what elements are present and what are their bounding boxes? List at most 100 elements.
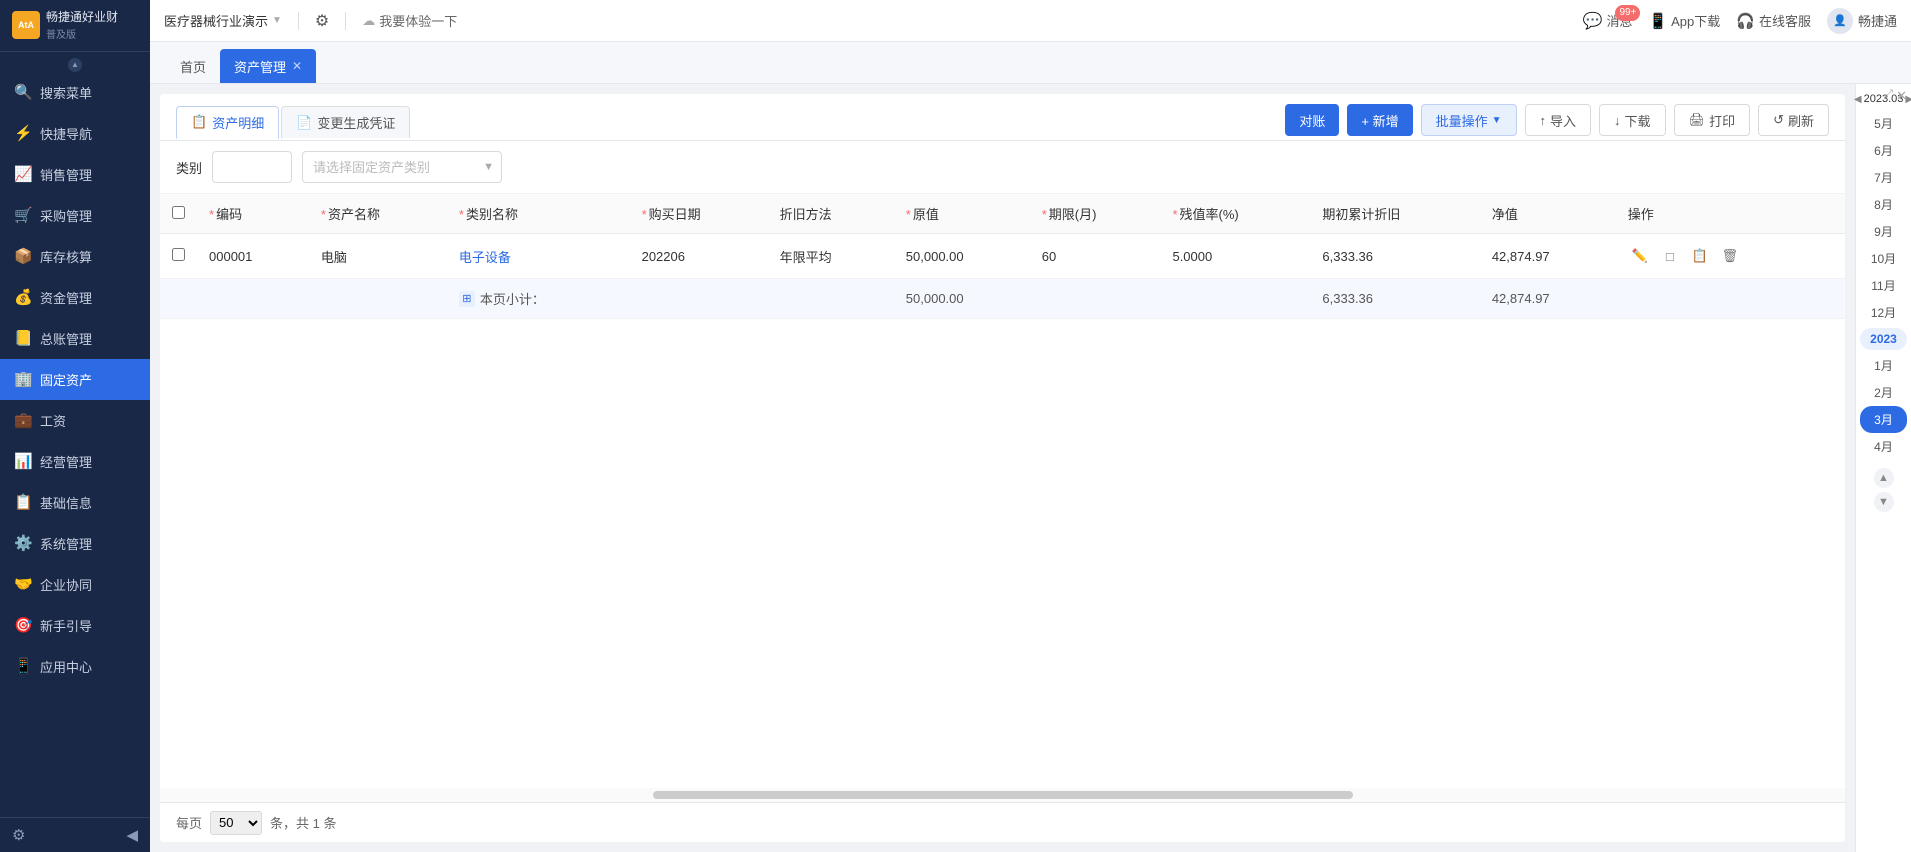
basic-icon: 📋 [14, 493, 32, 511]
tab-home[interactable]: 首页 [166, 49, 220, 83]
batch-ops-button[interactable]: 批量操作 ▼ [1421, 104, 1517, 136]
subtotal-empty-8 [1616, 279, 1845, 319]
sidebar-item-assets[interactable]: 🏢 固定资产 [0, 359, 150, 400]
experience-button[interactable]: ☁ 我要体验一下 [362, 11, 457, 30]
subtotal-accumulated: 6,333.36 [1310, 279, 1479, 319]
copy-icon[interactable]: □ [1658, 244, 1682, 268]
logo-title: 畅捷通好业财 [46, 10, 118, 26]
delete-icon[interactable]: 🗑 [1718, 244, 1742, 268]
category-select[interactable] [212, 151, 292, 183]
subtotal-net-value: 42,874.97 [1480, 279, 1616, 319]
tab-assets[interactable]: 资产管理 ✕ [220, 49, 316, 83]
cal-month-5[interactable]: 5月 [1856, 110, 1911, 137]
reconcile-button[interactable]: 对账 [1285, 104, 1339, 136]
user-menu[interactable]: 👤 畅捷通 [1827, 8, 1897, 34]
pagination-bar: 每页 50 10 20 100 条，共 1 条 [160, 802, 1845, 842]
sidebar-item-operations[interactable]: 📊 经营管理 [0, 441, 150, 482]
subtab-voucher[interactable]: 📄 变更生成凭证 [281, 106, 410, 138]
cal-prev-year-button[interactable]: ◀ [1854, 90, 1862, 108]
new-button[interactable]: + 新增 [1347, 104, 1412, 136]
content-area: 📋 资产明细 📄 变更生成凭证 对账 + 新增 批量操作 ▼ [150, 84, 1911, 852]
sidebar-item-system[interactable]: ⚙️ 系统管理 [0, 523, 150, 564]
download-button[interactable]: ↓ 下载 [1599, 104, 1666, 136]
batch-ops-wrapper: 批量操作 ▼ [1421, 104, 1517, 136]
cal-month-10[interactable]: 10月 [1856, 245, 1911, 272]
row-period: 60 [1030, 234, 1161, 279]
sidebar-item-capital[interactable]: 💰 资金管理 [0, 277, 150, 318]
total-label: 条，共 1 条 [270, 813, 336, 832]
sidebar-item-guide[interactable]: 🎯 新手引导 [0, 605, 150, 646]
sidebar-item-label: 总账管理 [40, 329, 92, 348]
sidebar-item-ledger[interactable]: 📒 总账管理 [0, 318, 150, 359]
settings-gear[interactable]: ⚙ [315, 11, 329, 31]
row-purchase-date: 202206 [630, 234, 768, 279]
cal-month-11[interactable]: 11月 [1856, 272, 1911, 299]
main-area: 医疗器械行业演示 ▼ ⚙ ☁ 我要体验一下 💬 消息 99+ 📱 App下载 🎧… [150, 0, 1911, 852]
row-actions: ✏️ □ 📋 🗑 [1616, 234, 1845, 279]
refresh-label: 刷新 [1788, 111, 1814, 130]
category-filter-input[interactable] [302, 151, 502, 183]
subtotal-empty-2 [197, 279, 309, 319]
cal-down-icon[interactable]: ▼ [1874, 492, 1894, 512]
settings-icon[interactable]: ⚙ [12, 826, 25, 844]
sidebar-item-quicknav[interactable]: ⚡ 快捷导航 [0, 113, 150, 154]
subtab-detail[interactable]: 📋 资产明细 [176, 106, 279, 139]
message-icon: 💬 [1583, 11, 1603, 31]
cal-year-badge[interactable]: 2023 [1860, 328, 1907, 350]
purchase-icon: 🛒 [14, 206, 32, 224]
sidebar-nav: 🔍 搜索菜单 ⚡ 快捷导航 📈 销售管理 🛒 采购管理 📦 库存核算 💰 资金管… [0, 72, 150, 817]
toolbar-actions: 对账 + 新增 批量操作 ▼ ↑ 导入 ↓ 下载 [1285, 104, 1829, 140]
cal-month-12[interactable]: 12月 [1856, 299, 1911, 326]
cal-month-9[interactable]: 9月 [1856, 218, 1911, 245]
download-icon: ↓ [1614, 113, 1621, 128]
messages-button[interactable]: 💬 消息 99+ [1583, 11, 1633, 31]
select-all-checkbox[interactable] [172, 206, 185, 219]
refresh-icon: ↺ [1773, 112, 1784, 128]
ledger-icon: 📒 [14, 329, 32, 347]
sidebar-item-search[interactable]: 🔍 搜索菜单 [0, 72, 150, 113]
main-content: 📋 资产明细 📄 变更生成凭证 对账 + 新增 批量操作 ▼ [160, 94, 1845, 842]
sidebar-item-sales[interactable]: 📈 销售管理 [0, 154, 150, 195]
sidebar-item-basic[interactable]: 📋 基础信息 [0, 482, 150, 523]
panel-close-button[interactable]: ✕ [1896, 88, 1907, 104]
tab-close-button[interactable]: ✕ [292, 59, 302, 73]
active-tab-label: 资产管理 [234, 57, 286, 76]
cal-month-4[interactable]: 4月 [1856, 433, 1911, 460]
edit-icon[interactable]: ✏️ [1628, 244, 1652, 268]
cal-month-8[interactable]: 8月 [1856, 191, 1911, 218]
cal-month-6[interactable]: 6月 [1856, 137, 1911, 164]
th-period: *期限(月) [1030, 194, 1161, 234]
print-button[interactable]: 🖨 打印 [1674, 104, 1751, 136]
th-depreciation: 折旧方法 [768, 194, 894, 234]
row-checkbox[interactable] [172, 248, 185, 261]
scrollbar-thumb[interactable] [653, 791, 1353, 799]
horizontal-scrollbar[interactable] [160, 788, 1845, 802]
cal-month-7[interactable]: 7月 [1856, 164, 1911, 191]
sidebar-scroll-up[interactable]: ▲ [68, 58, 82, 72]
sidebar-item-apps[interactable]: 📱 应用中心 [0, 646, 150, 687]
download-label: 下载 [1625, 111, 1651, 130]
cal-month-1[interactable]: 1月 [1856, 352, 1911, 379]
company-selector[interactable]: 医疗器械行业演示 ▼ [164, 11, 282, 30]
collapse-icon[interactable]: ◀ [126, 826, 138, 844]
refresh-button[interactable]: ↺ 刷新 [1758, 104, 1829, 136]
cal-month-3[interactable]: 3月 [1860, 406, 1907, 433]
sidebar-item-label: 固定资产 [40, 370, 92, 389]
th-residual-rate: *残值率(%) [1160, 194, 1310, 234]
sidebar-item-inventory[interactable]: 📦 库存核算 [0, 236, 150, 277]
messages-badge: 99+ [1615, 5, 1640, 21]
sidebar-item-cooperation[interactable]: 🤝 企业协同 [0, 564, 150, 605]
import-button[interactable]: ↑ 导入 [1525, 104, 1592, 136]
filter-arrow-icon: ▼ [483, 161, 494, 173]
app-download-button[interactable]: 📱 App下载 [1648, 11, 1720, 30]
sidebar-item-label: 采购管理 [40, 206, 92, 225]
cal-up-icon[interactable]: ▲ [1874, 468, 1894, 488]
assets-table: *编码 *资产名称 *类别名称 *购买日期 折旧方法 *原值 *期限(月) *残… [160, 194, 1845, 319]
transfer-icon[interactable]: 📋 [1688, 244, 1712, 268]
cal-month-2[interactable]: 2月 [1856, 379, 1911, 406]
sidebar-item-purchase[interactable]: 🛒 采购管理 [0, 195, 150, 236]
online-service-button[interactable]: 🎧 在线客服 [1736, 11, 1811, 30]
panel-expand-button[interactable]: ⤢ [1884, 88, 1893, 101]
sidebar-item-salary[interactable]: 💼 工资 [0, 400, 150, 441]
page-size-select[interactable]: 50 10 20 100 [210, 811, 262, 835]
